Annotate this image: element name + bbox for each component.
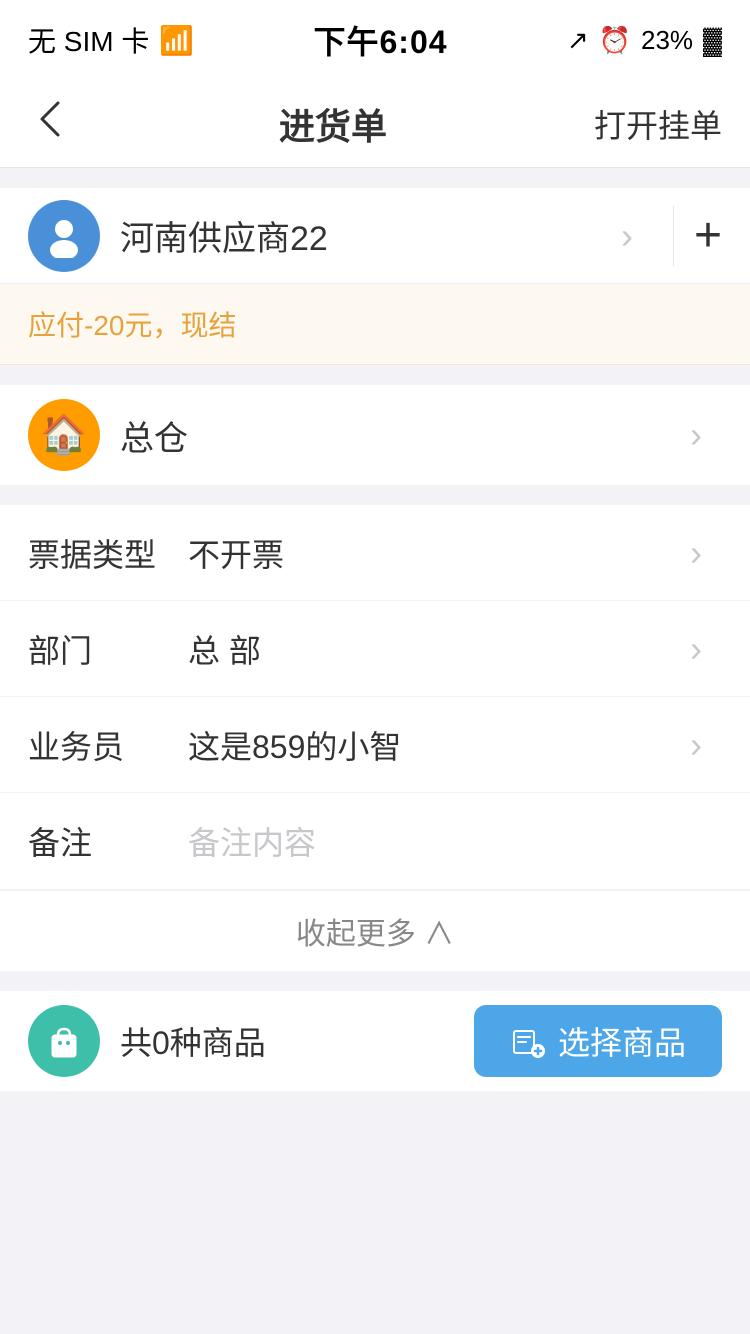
- section-gap-1: [0, 168, 750, 188]
- department-chevron-icon: ›: [690, 628, 702, 670]
- alarm-icon: ⏰: [599, 25, 631, 56]
- open-pending-button[interactable]: 打开挂单: [594, 101, 722, 147]
- form-section: 票据类型 不开票 › 部门 总 部 › 业务员 这是859的小智 › 备注 备注…: [0, 505, 750, 889]
- warehouse-icon-wrap: 🏠: [28, 399, 100, 471]
- warehouse-icon: 🏠: [40, 413, 87, 457]
- supplier-notice: 应付-20元，现结: [0, 284, 750, 365]
- supplier-row[interactable]: 河南供应商22 › +: [0, 188, 750, 284]
- back-button[interactable]: [28, 89, 72, 159]
- product-icon-wrap: [28, 1005, 100, 1077]
- department-value: 总 部: [168, 626, 690, 672]
- notes-input[interactable]: 备注内容: [168, 818, 722, 864]
- carrier-text: 无 SIM 卡: [28, 20, 149, 60]
- invoice-type-label: 票据类型: [28, 530, 168, 576]
- warehouse-row[interactable]: 🏠 总仓 ›: [0, 385, 750, 485]
- main-content: 河南供应商22 › + 应付-20元，现结 🏠 总仓 › 票据类型 不开票 ›: [0, 168, 750, 1334]
- department-row[interactable]: 部门 总 部 ›: [0, 601, 750, 697]
- product-count: 共0种商品: [120, 1018, 474, 1064]
- invoice-type-value: 不开票: [168, 530, 690, 576]
- nav-bar: 进货单 打开挂单: [0, 80, 750, 168]
- location-icon: ↗: [567, 25, 589, 56]
- divider: [673, 206, 674, 266]
- battery-text: 23%: [641, 25, 693, 56]
- collapse-label: 收起更多 ∧: [296, 909, 454, 953]
- status-carrier: 无 SIM 卡 📶: [28, 20, 194, 60]
- status-bar: 无 SIM 卡 📶 下午6:04 ↗ ⏰ 23% ▓: [0, 0, 750, 80]
- supplier-name: 河南供应商22: [120, 211, 621, 260]
- notes-row[interactable]: 备注 备注内容: [0, 793, 750, 889]
- add-supplier-button[interactable]: +: [694, 212, 722, 260]
- wifi-icon: 📶: [159, 24, 194, 57]
- salesman-value: 这是859的小智: [168, 722, 690, 768]
- status-indicators: ↗ ⏰ 23% ▓: [567, 25, 722, 56]
- page-title: 进货单: [279, 98, 387, 150]
- bottom-product-bar: 共0种商品 选择商品: [0, 991, 750, 1091]
- supplier-card: 河南供应商22 › + 应付-20元，现结: [0, 188, 750, 365]
- salesman-label: 业务员: [28, 722, 168, 768]
- notes-label: 备注: [28, 818, 168, 864]
- status-time: 下午6:04: [313, 17, 447, 63]
- warehouse-chevron-icon: ›: [690, 414, 702, 456]
- invoice-chevron-icon: ›: [690, 532, 702, 574]
- select-products-icon: [510, 1023, 546, 1059]
- select-btn-label: 选择商品: [558, 1018, 686, 1064]
- department-label: 部门: [28, 626, 168, 672]
- select-products-button[interactable]: 选择商品: [474, 1005, 722, 1077]
- battery-icon: ▓: [703, 25, 722, 56]
- supplier-chevron-icon: ›: [621, 215, 633, 257]
- supplier-avatar: [28, 200, 100, 272]
- warehouse-name: 总仓: [120, 411, 690, 460]
- warehouse-card[interactable]: 🏠 总仓 ›: [0, 385, 750, 485]
- collapse-button[interactable]: 收起更多 ∧: [0, 891, 750, 971]
- salesman-chevron-icon: ›: [690, 724, 702, 766]
- salesman-row[interactable]: 业务员 这是859的小智 ›: [0, 697, 750, 793]
- invoice-type-row[interactable]: 票据类型 不开票 ›: [0, 505, 750, 601]
